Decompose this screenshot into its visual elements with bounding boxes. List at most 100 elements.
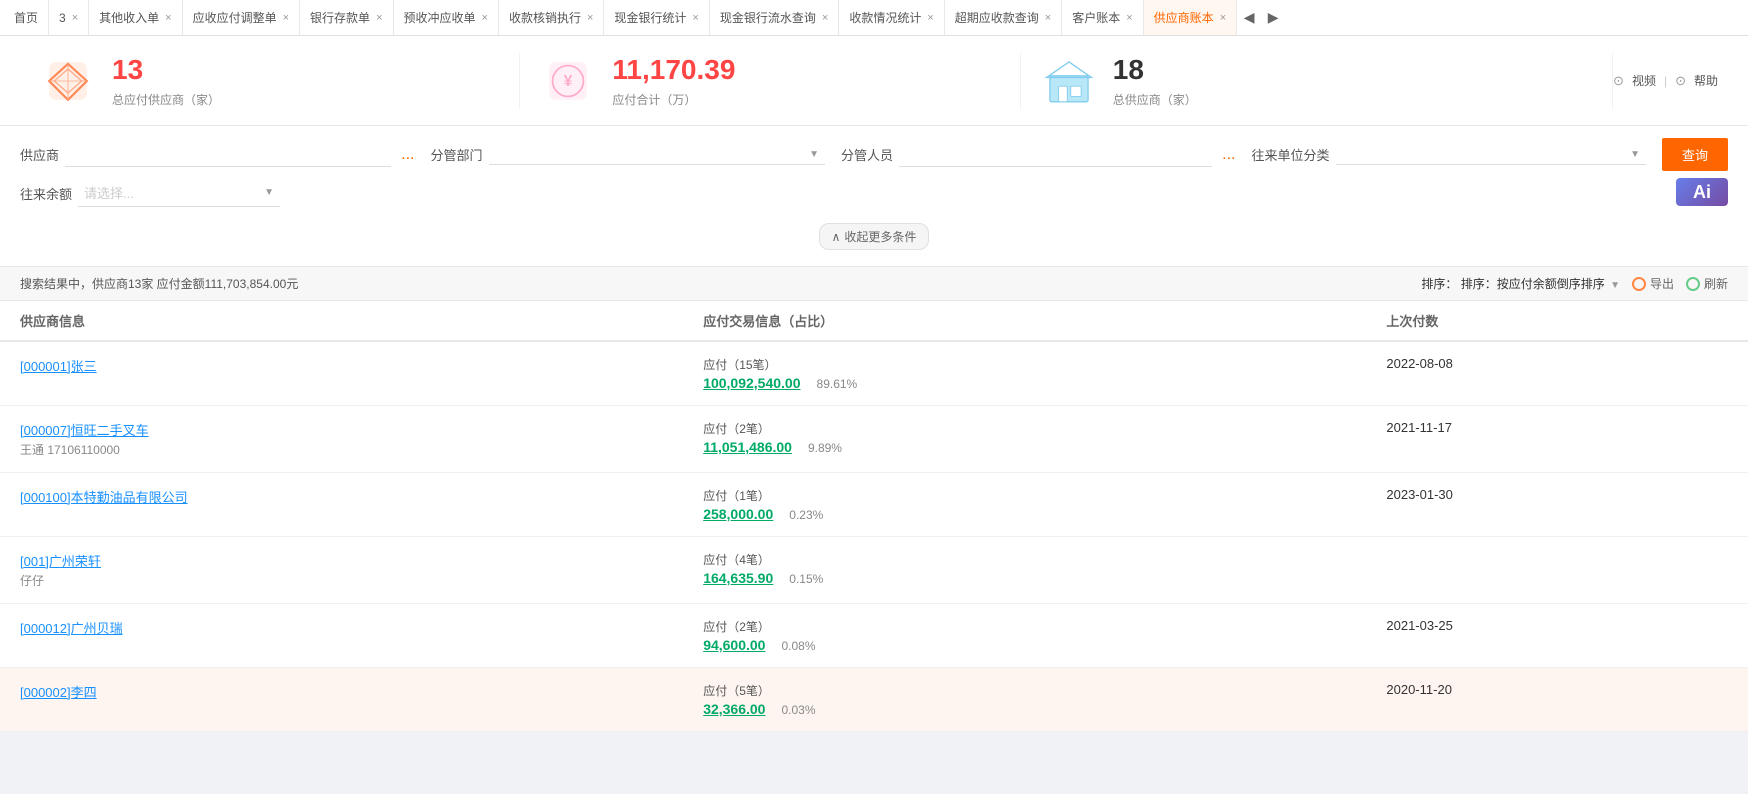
close-supplier-account[interactable]: × bbox=[1220, 12, 1226, 24]
supplier-info-4: [001]广州荣轩 仔仔 bbox=[20, 551, 703, 589]
close-prepay[interactable]: × bbox=[482, 12, 488, 24]
table-row: [000007]恒旺二手叉车 王通 17106110000 应付（2笔） 11,… bbox=[0, 406, 1748, 473]
supplier-filter-dots[interactable]: ... bbox=[401, 146, 414, 164]
nav-tab-prepay[interactable]: 预收冲应收单 × bbox=[394, 0, 499, 36]
supplier-info-1: [000001]张三 bbox=[20, 356, 703, 375]
dept-filter-select[interactable]: ▼ bbox=[489, 145, 825, 165]
tx-amount-5[interactable]: 94,600.00 bbox=[703, 637, 765, 653]
query-button[interactable]: 查询 bbox=[1662, 138, 1728, 171]
tx-label-4: 应付（4笔） bbox=[703, 551, 1386, 568]
close-bank-deposit[interactable]: × bbox=[376, 12, 382, 24]
nav-tab-ap-adjust[interactable]: 应收应付调整单 × bbox=[183, 0, 300, 36]
close-cash-bank-stat[interactable]: × bbox=[692, 12, 698, 24]
top-right-links: ⊙ 视频 | ⊙ 帮助 bbox=[1613, 72, 1728, 89]
nav-left-arrow[interactable]: ◀ bbox=[1237, 0, 1261, 36]
sort-label: 排序： 排序：按应付余额倒序排序 ▼ bbox=[1421, 275, 1620, 292]
total-suppliers-number: 18 bbox=[1113, 53, 1197, 87]
tx-label-6: 应付（5笔） bbox=[703, 682, 1386, 699]
person-filter-dots[interactable]: ... bbox=[1222, 146, 1235, 164]
close-ap-adjust[interactable]: × bbox=[283, 12, 289, 24]
supplier-link-5[interactable]: [000012]广州贝瑞 bbox=[20, 621, 123, 636]
tx-row-1: 100,092,540.00 89.61% bbox=[703, 373, 1386, 391]
payable-amount-number: 11,170.39 bbox=[612, 53, 735, 87]
stat-payable-suppliers: 13 总应付供应商（家） bbox=[20, 53, 520, 109]
tx-percent-1: 89.61% bbox=[817, 377, 858, 391]
balance-filter-select[interactable]: 请选择... ▼ bbox=[78, 179, 280, 207]
sort-value[interactable]: 排序：按应付余额倒序排序 bbox=[1461, 277, 1605, 291]
supplier-link-6[interactable]: [000002]李四 bbox=[20, 685, 97, 700]
nav-tab-3-label: 3 bbox=[59, 11, 66, 25]
tx-info-3: 应付（1笔） 258,000.00 0.23% bbox=[703, 487, 1386, 522]
nav-tab-customer-account[interactable]: 客户账本 × bbox=[1062, 0, 1143, 36]
tx-row-3: 258,000.00 0.23% bbox=[703, 504, 1386, 522]
close-other-income[interactable]: × bbox=[165, 12, 171, 24]
video-link[interactable]: 视频 bbox=[1632, 72, 1656, 89]
tx-percent-6: 0.03% bbox=[781, 703, 815, 717]
category-filter-select[interactable]: ▼ bbox=[1336, 145, 1646, 165]
nav-tab-cash-bank-stat[interactable]: 现金银行统计 × bbox=[604, 0, 709, 36]
filter-dept: 分管部门 ▼ bbox=[431, 145, 826, 165]
supplier-info-2: [000007]恒旺二手叉车 王通 17106110000 bbox=[20, 420, 703, 458]
nav-tab-cash-bank-stat-label: 现金银行统计 bbox=[614, 9, 686, 26]
payable-amount-content: 11,170.39 应付合计（万） bbox=[612, 53, 735, 108]
data-table: 供应商信息 应付交易信息（占比） 上次付数 [000001]张三 应付（15笔）… bbox=[0, 301, 1748, 732]
tx-label-1: 应付（15笔） bbox=[703, 356, 1386, 373]
supplier-link-3[interactable]: [000100]本特勤油品有限公司 bbox=[20, 490, 188, 505]
nav-tab-ar-exec[interactable]: 收款核销执行 × bbox=[499, 0, 604, 36]
person-filter-label: 分管人员 bbox=[841, 145, 893, 164]
tx-amount-1[interactable]: 100,092,540.00 bbox=[703, 375, 800, 391]
export-button[interactable]: 导出 bbox=[1632, 275, 1674, 292]
last-pay-5: 2021-03-25 bbox=[1386, 618, 1728, 633]
balance-select-arrow: ▼ bbox=[264, 187, 274, 198]
nav-right-arrow[interactable]: ▶ bbox=[1261, 0, 1285, 36]
nav-tab-ap-adjust-label: 应收应付调整单 bbox=[193, 9, 277, 26]
person-filter-input[interactable] bbox=[899, 143, 1212, 167]
last-pay-2: 2021-11-17 bbox=[1386, 420, 1728, 435]
total-suppliers-content: 18 总供应商（家） bbox=[1113, 53, 1197, 108]
payable-suppliers-content: 13 总应付供应商（家） bbox=[112, 53, 220, 108]
help-link[interactable]: 帮助 bbox=[1694, 72, 1718, 89]
nav-tab-collection-stat[interactable]: 收款情况统计 × bbox=[839, 0, 944, 36]
tx-amount-4[interactable]: 164,635.90 bbox=[703, 570, 773, 586]
refresh-button[interactable]: 刷新 bbox=[1686, 275, 1728, 292]
nav-tab-bank-deposit[interactable]: 银行存款单 × bbox=[300, 0, 393, 36]
tx-amount-6[interactable]: 32,366.00 bbox=[703, 701, 765, 717]
supplier-link-2[interactable]: [000007]恒旺二手叉车 bbox=[20, 423, 149, 438]
supplier-link-4[interactable]: [001]广州荣轩 bbox=[20, 554, 101, 569]
supplier-link-1[interactable]: [000001]张三 bbox=[20, 359, 97, 374]
close-collection-stat[interactable]: × bbox=[927, 12, 933, 24]
table-row: [000100]本特勤油品有限公司 应付（1笔） 258,000.00 0.23… bbox=[0, 473, 1748, 537]
ai-badge[interactable]: Ai bbox=[1676, 178, 1728, 206]
last-pay-6: 2020-11-20 bbox=[1386, 682, 1728, 697]
supplier-filter-input[interactable] bbox=[65, 143, 391, 167]
collapse-button[interactable]: ∧ 收起更多条件 bbox=[819, 223, 930, 250]
category-select-arrow: ▼ bbox=[1630, 149, 1640, 160]
close-customer-account[interactable]: × bbox=[1126, 12, 1132, 24]
nav-tab-other-income[interactable]: 其他收入单 × bbox=[89, 0, 182, 36]
right-actions: 排序： 排序：按应付余额倒序排序 ▼ 导出 刷新 bbox=[1421, 275, 1728, 292]
nav-tab-cash-bank-flow-label: 现金银行流水查询 bbox=[720, 9, 816, 26]
nav-tab-prepay-label: 预收冲应收单 bbox=[404, 9, 476, 26]
table-header: 供应商信息 应付交易信息（占比） 上次付数 bbox=[0, 301, 1748, 342]
close-overdue-query[interactable]: × bbox=[1045, 12, 1051, 24]
tx-amount-3[interactable]: 258,000.00 bbox=[703, 506, 773, 522]
tx-row-5: 94,600.00 0.08% bbox=[703, 635, 1386, 653]
nav-tab-overdue-query[interactable]: 超期应收款查询 × bbox=[945, 0, 1062, 36]
nav-tab-cash-bank-flow[interactable]: 现金银行流水查询 × bbox=[710, 0, 839, 36]
nav-tab-3[interactable]: 3 × bbox=[49, 0, 89, 36]
result-text: 搜索结果中，供应商13家 应付金额111,703,854.00元 bbox=[20, 275, 298, 292]
payable-suppliers-number: 13 bbox=[112, 53, 220, 87]
nav-tab-supplier-account[interactable]: 供应商账本 × bbox=[1144, 0, 1237, 36]
supplier-sub-4: 仔仔 bbox=[20, 572, 703, 589]
supplier-filter-label: 供应商 bbox=[20, 145, 59, 164]
nav-tab-home[interactable]: 首页 bbox=[4, 0, 49, 36]
total-suppliers-icon bbox=[1041, 53, 1097, 109]
tx-info-5: 应付（2笔） 94,600.00 0.08% bbox=[703, 618, 1386, 653]
tx-amount-2[interactable]: 11,051,486.00 bbox=[703, 439, 792, 455]
payable-amount-label: 应付合计（万） bbox=[612, 91, 735, 108]
nav-tab-3-close[interactable]: × bbox=[72, 12, 78, 24]
close-cash-bank-flow[interactable]: × bbox=[822, 12, 828, 24]
supplier-sub-2: 王通 17106110000 bbox=[20, 441, 703, 458]
sort-prefix: 排序： bbox=[1421, 277, 1457, 291]
close-ar-exec[interactable]: × bbox=[587, 12, 593, 24]
